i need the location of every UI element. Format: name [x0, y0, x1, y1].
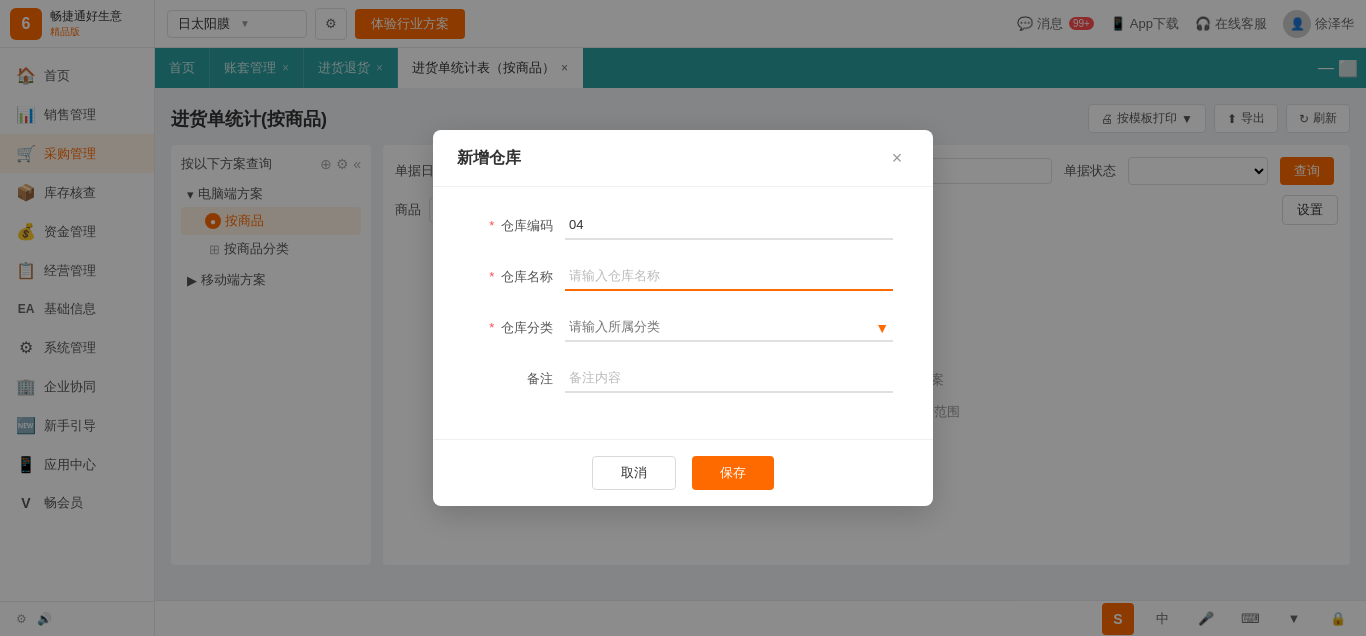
form-row-note: 备注: [473, 364, 893, 393]
cancel-button[interactable]: 取消: [592, 456, 676, 490]
category-dropdown-arrow: ▼: [875, 320, 889, 336]
category-label: * 仓库分类: [473, 319, 553, 337]
category-select-wrap: ▼: [565, 313, 893, 342]
note-label: 备注: [473, 370, 553, 388]
name-label: * 仓库名称: [473, 268, 553, 286]
category-input[interactable]: [565, 313, 893, 342]
modal-footer: 取消 保存: [433, 439, 933, 506]
form-row-code: * 仓库编码: [473, 211, 893, 240]
code-label: * 仓库编码: [473, 217, 553, 235]
note-input[interactable]: [565, 364, 893, 393]
modal-header: 新增仓库 ×: [433, 130, 933, 187]
name-input[interactable]: [565, 262, 893, 291]
required-mark: *: [489, 218, 494, 233]
modal-overlay[interactable]: 新增仓库 × * 仓库编码 * 仓库名称: [0, 0, 1366, 636]
modal-body: * 仓库编码 * 仓库名称 * 仓库分类: [433, 187, 933, 439]
form-row-category: * 仓库分类 ▼: [473, 313, 893, 342]
save-button[interactable]: 保存: [692, 456, 774, 490]
add-warehouse-modal: 新增仓库 × * 仓库编码 * 仓库名称: [433, 130, 933, 506]
code-input[interactable]: [565, 211, 893, 240]
required-mark: *: [489, 320, 494, 335]
modal-title: 新增仓库: [457, 148, 521, 169]
form-row-name: * 仓库名称: [473, 262, 893, 291]
required-mark: *: [489, 269, 494, 284]
modal-close-button[interactable]: ×: [885, 146, 909, 170]
